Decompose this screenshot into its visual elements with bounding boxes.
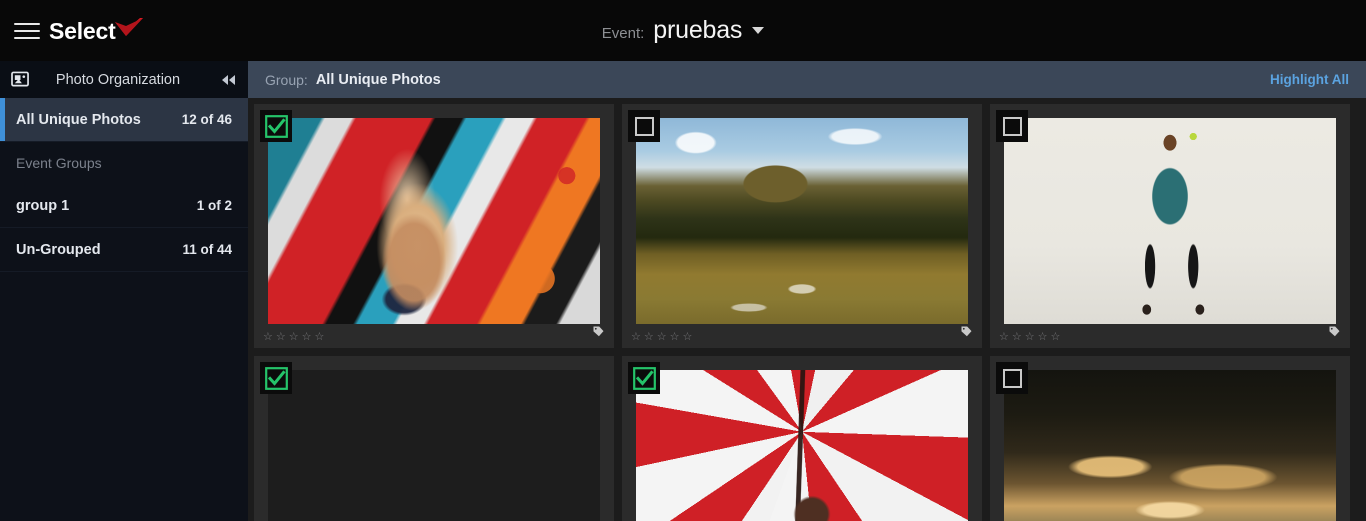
checkmark-icon bbox=[264, 114, 288, 138]
photo-image-storm-clouds-sunset bbox=[1004, 370, 1336, 521]
photo-select-checkbox[interactable] bbox=[260, 362, 292, 394]
group-bar: Group: All Unique Photos Highlight All bbox=[248, 61, 1366, 98]
sidebar: Photo Organization All Unique Photos 12 … bbox=[0, 61, 248, 521]
photo-thumbnail[interactable] bbox=[268, 118, 600, 324]
checkmark-icon bbox=[632, 366, 656, 390]
star-icon[interactable]: ☆ bbox=[670, 332, 680, 343]
sidebar-section-event-groups: Event Groups bbox=[0, 142, 248, 184]
star-rating[interactable]: ☆ ☆ ☆ ☆ ☆ bbox=[631, 332, 692, 343]
photo-thumbnail[interactable] bbox=[1004, 370, 1336, 521]
photo-select-checkbox[interactable] bbox=[628, 362, 660, 394]
sidebar-item-label: Un-Grouped bbox=[16, 241, 101, 258]
photo-card[interactable]: ☆☆☆☆☆ bbox=[990, 104, 1350, 348]
event-selector[interactable]: Event: pruebas bbox=[601, 16, 765, 45]
photo-thumbnail[interactable] bbox=[1004, 118, 1336, 324]
photo-grid[interactable]: ☆☆☆☆☆☆☆☆☆☆☆☆☆☆☆☆☆☆☆☆☆☆☆☆☆☆☆☆☆☆☆☆☆☆☆☆☆☆☆☆ bbox=[248, 98, 1366, 521]
chevron-down-icon[interactable] bbox=[752, 27, 765, 34]
sidebar-item-count: 1 of 2 bbox=[196, 198, 232, 213]
brand-logo[interactable]: Select bbox=[49, 17, 144, 45]
star-icon[interactable]: ☆ bbox=[1012, 332, 1022, 343]
group-label: Group: bbox=[265, 71, 308, 88]
photo-select-checkbox[interactable] bbox=[260, 110, 292, 142]
photo-thumbnail[interactable] bbox=[268, 370, 600, 521]
highlight-all-button[interactable]: Highlight All bbox=[1270, 72, 1349, 87]
group-value: All Unique Photos bbox=[315, 71, 441, 88]
star-icon[interactable]: ☆ bbox=[1025, 332, 1035, 343]
sidebar-title: Photo Organization bbox=[55, 71, 181, 88]
sidebar-section-label: Event Groups bbox=[16, 155, 102, 171]
star-icon[interactable]: ☆ bbox=[289, 332, 299, 343]
star-icon[interactable]: ☆ bbox=[276, 332, 286, 343]
checkmark-icon bbox=[264, 366, 288, 390]
star-icon[interactable]: ☆ bbox=[315, 332, 325, 343]
star-icon[interactable]: ☆ bbox=[644, 332, 654, 343]
photo-card[interactable]: ☆☆☆☆☆ bbox=[990, 356, 1350, 521]
star-icon[interactable]: ☆ bbox=[1038, 332, 1048, 343]
photo-card[interactable]: ☆☆☆☆☆ bbox=[622, 356, 982, 521]
star-icon[interactable]: ☆ bbox=[1051, 332, 1061, 343]
photo-select-checkbox[interactable] bbox=[996, 110, 1028, 142]
star-icon[interactable]: ☆ bbox=[999, 332, 1009, 343]
photo-image-mountain-landscape bbox=[636, 118, 968, 324]
star-icon[interactable]: ☆ bbox=[631, 332, 641, 343]
photo-select-checkbox[interactable] bbox=[628, 110, 660, 142]
photo-thumbnail[interactable] bbox=[636, 118, 968, 324]
tag-icon[interactable] bbox=[593, 324, 604, 342]
hamburger-icon[interactable] bbox=[14, 20, 40, 42]
sidebar-item-count: 12 of 46 bbox=[181, 112, 232, 127]
sidebar-item-all-unique-photos[interactable]: All Unique Photos 12 of 46 bbox=[0, 98, 248, 142]
sidebar-item-un-grouped[interactable]: Un-Grouped 11 of 44 bbox=[0, 228, 248, 272]
tag-icon[interactable] bbox=[961, 324, 972, 342]
checkbox-box bbox=[1002, 368, 1022, 388]
sidebar-item-label: group 1 bbox=[16, 197, 70, 214]
star-icon[interactable]: ☆ bbox=[657, 332, 667, 343]
photo-image-red-umbrella-portrait bbox=[636, 370, 968, 521]
sidebar-item-count: 11 of 44 bbox=[182, 242, 232, 257]
photo-thumbnail[interactable] bbox=[636, 370, 968, 521]
tag-icon[interactable] bbox=[1329, 324, 1340, 342]
photo-image-fashion-model bbox=[1004, 118, 1336, 324]
checkbox-box bbox=[634, 116, 654, 136]
photo-card[interactable]: ☆☆☆☆☆ bbox=[254, 104, 614, 348]
star-icon[interactable]: ☆ bbox=[263, 332, 273, 343]
photo-card[interactable]: ☆☆☆☆☆ bbox=[622, 104, 982, 348]
sidebar-item-label: All Unique Photos bbox=[16, 111, 141, 128]
photo-card[interactable]: ☆☆☆☆☆ bbox=[254, 356, 614, 521]
sidebar-item-group-1[interactable]: group 1 1 of 2 bbox=[0, 184, 248, 228]
photo-image-cut-off-photo-1 bbox=[268, 370, 600, 521]
photo-select-checkbox[interactable] bbox=[996, 362, 1028, 394]
star-rating[interactable]: ☆ ☆ ☆ ☆ ☆ bbox=[999, 332, 1060, 343]
brand-label: Select bbox=[49, 17, 116, 44]
star-rating[interactable]: ☆ ☆ ☆ ☆ ☆ bbox=[263, 332, 324, 343]
star-icon[interactable]: ☆ bbox=[683, 332, 693, 343]
sidebar-header: Photo Organization bbox=[0, 61, 248, 98]
red-check-icon bbox=[114, 17, 143, 36]
event-label: Event: bbox=[601, 25, 645, 42]
collapse-left-icon[interactable] bbox=[214, 74, 244, 86]
star-icon[interactable]: ☆ bbox=[302, 332, 312, 343]
event-name: pruebas bbox=[653, 16, 743, 44]
photo-image-graffiti-portrait bbox=[268, 118, 600, 324]
checkbox-box bbox=[1002, 116, 1022, 136]
